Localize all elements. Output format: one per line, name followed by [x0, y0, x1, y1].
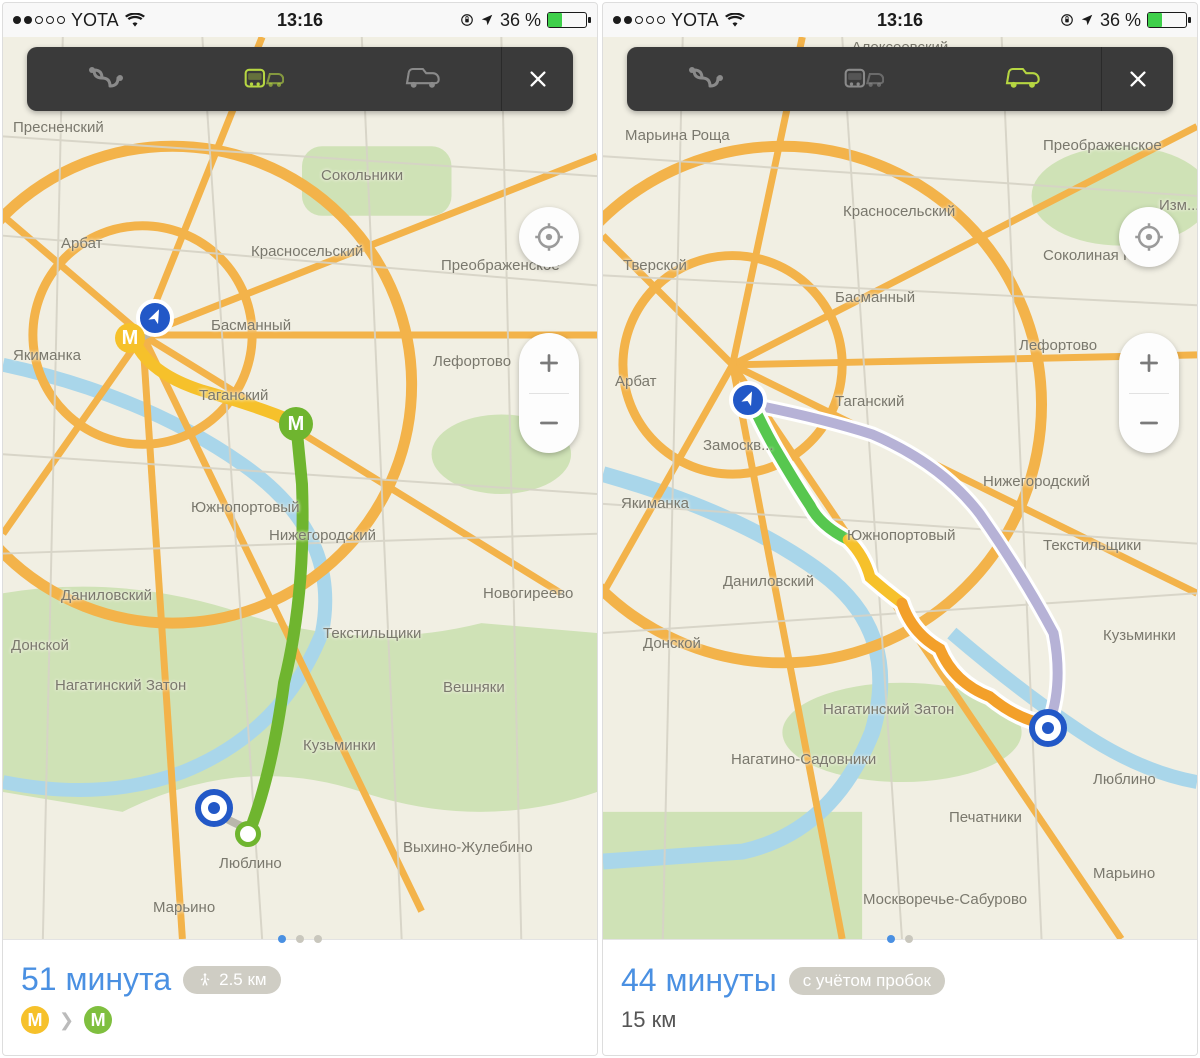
district-label: Преображенское	[1043, 137, 1162, 154]
traffic-chip-text: с учётом пробок	[803, 971, 931, 991]
status-bar: YOTA 13:16 36 %	[603, 3, 1197, 37]
metro-from-icon: М	[21, 1006, 49, 1034]
district-label: Нижегородский	[269, 527, 376, 544]
district-label: Выхино-Жулебино	[403, 839, 533, 856]
district-label: Текстильщики	[1043, 537, 1141, 554]
chevron-right-icon: ❯	[59, 1010, 74, 1031]
district-label: Замоскв...	[703, 437, 774, 454]
metro-ring-marker[interactable]	[235, 821, 261, 847]
walk-distance-chip: 2.5 км	[183, 966, 280, 994]
district-label: Басманный	[835, 289, 915, 306]
district-label: Текстильщики	[323, 625, 421, 642]
destination-marker[interactable]	[1029, 709, 1067, 747]
district-label: Люблино	[219, 855, 282, 872]
distance-label: 15 км	[621, 1007, 676, 1033]
battery-icon	[1147, 12, 1187, 28]
district-label: Нагатинский Затон	[823, 701, 954, 718]
district-label: Москворечье-Сабурово	[863, 891, 1027, 908]
district-label: Якиманка	[621, 495, 689, 512]
mode-car-button[interactable]	[343, 47, 501, 111]
district-label: Даниловский	[61, 587, 152, 604]
district-label: Таганский	[835, 393, 904, 410]
route-summary-panel[interactable]: 44 минуты с учётом пробок 15 км	[603, 939, 1197, 1055]
district-label: Нагатино-Садовники	[731, 751, 876, 768]
locate-button[interactable]	[519, 207, 579, 267]
traffic-chip: с учётом пробок	[789, 967, 945, 995]
phone-right: YOTA 13:16 36 % Алексеевский	[602, 2, 1198, 1056]
walk-icon	[197, 972, 213, 988]
district-label: Печатники	[949, 809, 1022, 826]
clock: 13:16	[3, 10, 597, 31]
close-button[interactable]	[1101, 47, 1173, 111]
district-label: Таганский	[199, 387, 268, 404]
mode-toolbar	[627, 47, 1173, 111]
zoom-out-button[interactable]	[1119, 394, 1179, 454]
district-label: Новогиреево	[483, 585, 573, 602]
district-label: Люблино	[1093, 771, 1156, 788]
district-label: Кузьминки	[1103, 627, 1176, 644]
district-label: Пресненский	[13, 119, 104, 136]
district-label: Южнопортовый	[847, 527, 955, 544]
district-label: Марьино	[1093, 865, 1155, 882]
locate-button[interactable]	[1119, 207, 1179, 267]
district-label: Донской	[11, 637, 69, 654]
district-label: Лефортово	[433, 353, 511, 370]
district-label: Даниловский	[723, 573, 814, 590]
page-indicator[interactable]	[3, 935, 597, 943]
district-label: Марьина Роща	[625, 127, 730, 144]
duration-label: 44 минуты	[621, 962, 777, 999]
district-label: Якиманка	[13, 347, 81, 364]
district-label: Марьино	[153, 899, 215, 916]
route-summary-panel[interactable]: 51 минута 2.5 км М ❯ М	[3, 939, 597, 1055]
district-label: Красносельский	[843, 203, 955, 220]
phone-left: YOTA 13:16 36 %	[2, 2, 598, 1056]
battery-icon	[547, 12, 587, 28]
district-label: Южнопортовый	[191, 499, 299, 516]
close-button[interactable]	[501, 47, 573, 111]
district-label: Лефортово	[1019, 337, 1097, 354]
zoom-control	[519, 333, 579, 453]
mode-car-button[interactable]	[943, 47, 1101, 111]
district-label: Донской	[643, 635, 701, 652]
district-label: Сокольники	[321, 167, 403, 184]
duration-label: 51 минута	[21, 961, 171, 998]
page-indicator[interactable]	[603, 935, 1197, 943]
mode-transit-button[interactable]	[185, 47, 343, 111]
metro-transfer-row: М ❯ М	[21, 1006, 579, 1034]
status-bar: YOTA 13:16 36 %	[3, 3, 597, 37]
metro-marker-green[interactable]: М	[279, 407, 313, 441]
district-label: Кузьминки	[303, 737, 376, 754]
zoom-in-button[interactable]	[519, 333, 579, 393]
zoom-in-button[interactable]	[1119, 333, 1179, 393]
zoom-control	[1119, 333, 1179, 453]
metro-marker-yellow[interactable]: М	[115, 323, 145, 353]
zoom-out-button[interactable]	[519, 394, 579, 454]
mode-transit-button[interactable]	[785, 47, 943, 111]
mode-walk-button[interactable]	[627, 47, 785, 111]
map-canvas[interactable]: СокольникиАрбатКрасносельскийПреображенс…	[3, 37, 597, 939]
mode-walk-button[interactable]	[27, 47, 185, 111]
map-canvas[interactable]: ПреображенскоеКрасносельскийСоколиная Го…	[603, 37, 1197, 939]
district-label: Вешняки	[443, 679, 505, 696]
destination-marker[interactable]	[195, 789, 233, 827]
district-label: Арбат	[615, 373, 656, 390]
metro-to-icon: М	[84, 1006, 112, 1034]
district-label: Нижегородский	[983, 473, 1090, 490]
clock: 13:16	[603, 10, 1197, 31]
district-label: Арбат	[61, 235, 102, 252]
walk-distance-text: 2.5 км	[219, 970, 266, 990]
mode-toolbar	[27, 47, 573, 111]
district-label: Красносельский	[251, 243, 363, 260]
distance-row: 15 км	[621, 1007, 1179, 1033]
district-label: Нагатинский Затон	[55, 677, 186, 694]
district-label: Басманный	[211, 317, 291, 334]
district-label: Тверской	[623, 257, 687, 274]
origin-marker[interactable]	[729, 381, 767, 419]
